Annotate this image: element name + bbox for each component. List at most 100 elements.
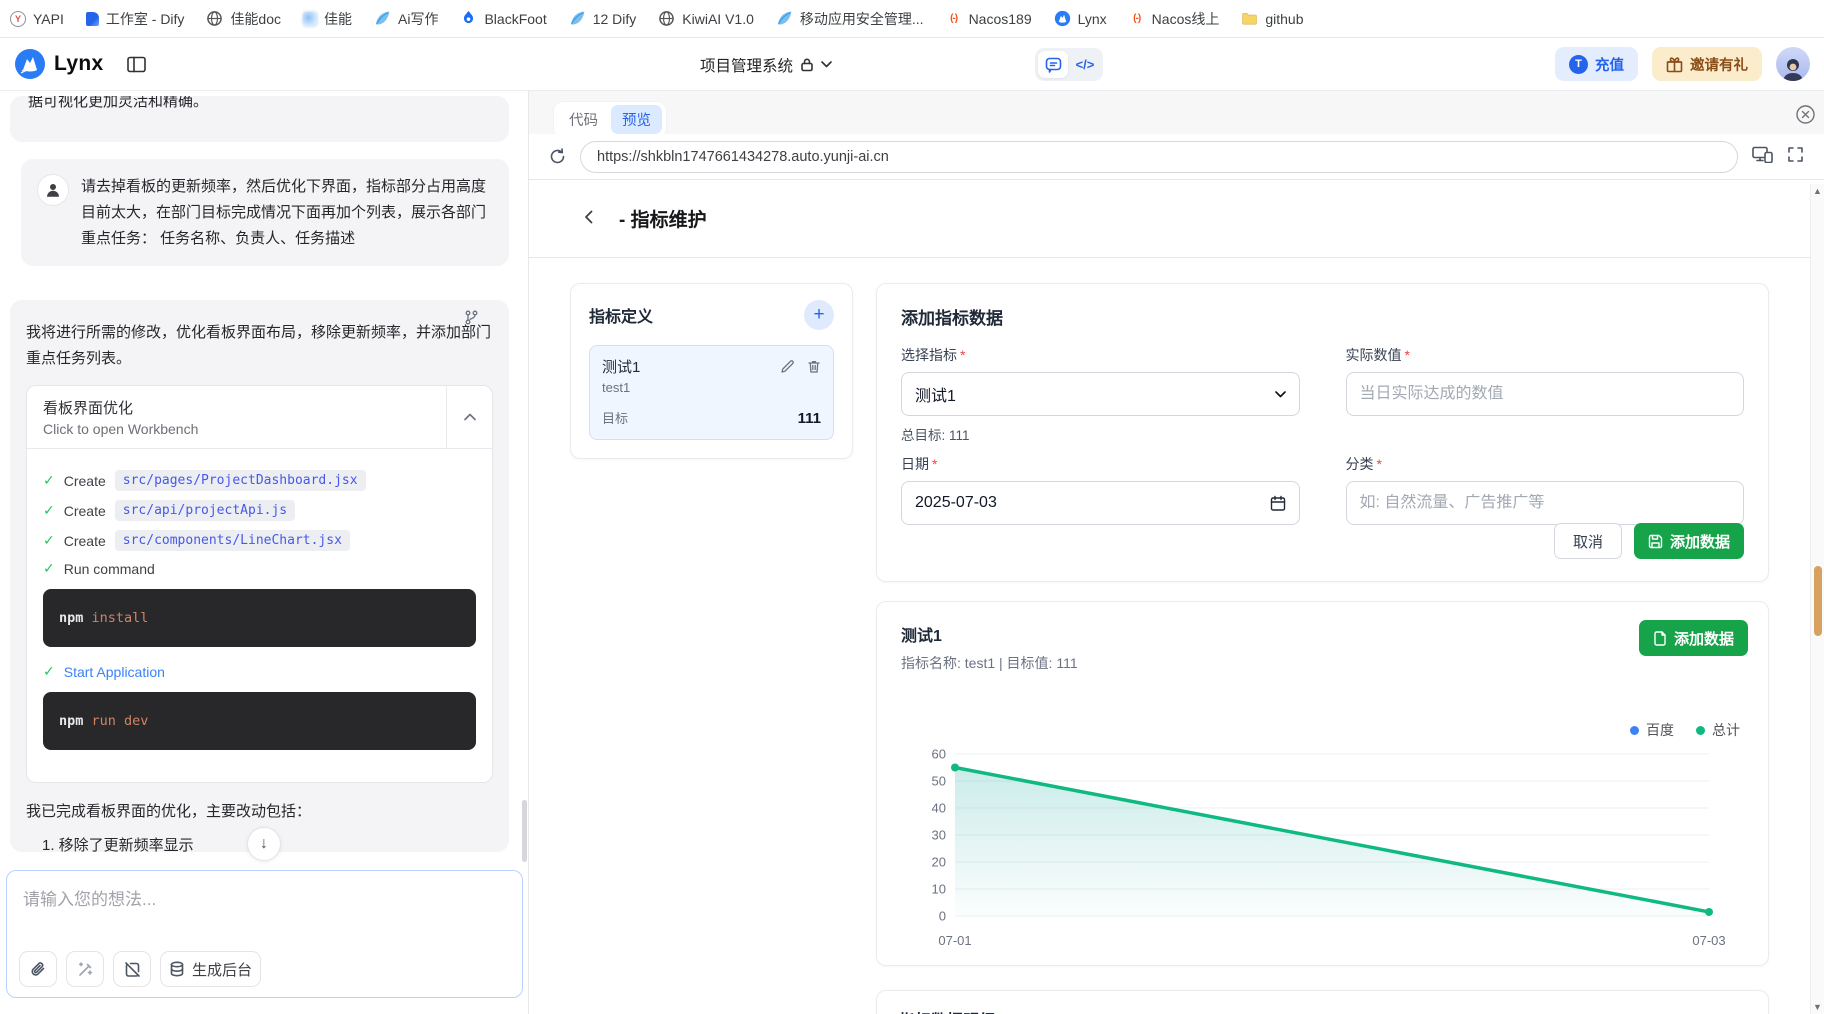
legend-label: 总计 <box>1712 722 1740 738</box>
generate-backend-button[interactable]: 生成后台 <box>160 951 262 987</box>
code-icon: </> <box>1075 57 1095 72</box>
check-icon: ✓ <box>43 663 55 679</box>
category-input[interactable] <box>1359 494 1730 512</box>
url-field[interactable]: https://shkbln1747661434278.auto.yunji-a… <box>580 140 1738 173</box>
actual-value-input[interactable] <box>1359 385 1730 403</box>
svg-text:0: 0 <box>939 909 946 924</box>
metric-select[interactable]: 测试1 <box>901 372 1300 416</box>
svg-text:07-01: 07-01 <box>938 933 971 948</box>
workbench-step: ✓ Create src/components/LineChart.jsx <box>43 530 476 551</box>
select-metric-label: 选择指标 * <box>901 347 966 363</box>
workbench-subtitle: Click to open Workbench <box>43 421 199 437</box>
tab-code[interactable]: 代码 <box>558 105 609 134</box>
legend-dot-icon <box>1696 725 1705 735</box>
preview-scrollbar-thumb[interactable] <box>1814 566 1822 636</box>
chart-title: 测试1 <box>901 628 942 645</box>
recharge-button[interactable]: T 充值 <box>1555 47 1638 81</box>
view-mode-pill: </> <box>1035 48 1103 81</box>
svg-text:50: 50 <box>932 774 946 789</box>
invite-button[interactable]: 邀请有礼 <box>1652 47 1762 81</box>
metric-item[interactable]: 测试1 test1 目标 111 <box>589 345 834 440</box>
workbench-card: 看板界面优化 Click to open Workbench ✓ Create sr… <box>26 385 493 783</box>
bookmark-label: YAPI <box>33 10 64 27</box>
bookmark-item[interactable]: 佳能 <box>303 9 352 29</box>
chart-legend: 百度 总计 <box>1630 720 1740 740</box>
bookmark-item[interactable]: github <box>1241 10 1304 27</box>
scroll-to-bottom-button[interactable]: ↓ <box>247 827 281 861</box>
bookmark-item[interactable]: (-) Nacos189 <box>946 11 1032 27</box>
metric-target-value: 111 <box>797 410 821 427</box>
fork-branch-icon[interactable] <box>464 310 479 330</box>
scroll-up-arrow[interactable]: ▲ <box>1811 186 1824 196</box>
close-preview-button[interactable] <box>1795 104 1816 130</box>
bookmark-item[interactable]: 12 Dify <box>569 10 636 27</box>
bookmark-item[interactable]: Ai写作 <box>374 9 438 29</box>
workbench-open-area[interactable]: 看板界面优化 Click to open Workbench <box>27 386 446 448</box>
preview-scrollbar[interactable]: ▲ ▼ <box>1810 184 1824 1014</box>
workbench-step: ✓ Create src/pages/ProjectDashboard.jsx <box>43 470 476 491</box>
back-button[interactable] <box>581 208 597 226</box>
scroll-down-arrow[interactable]: ▼ <box>1811 1002 1824 1012</box>
bookmark-item[interactable]: BlackFoot <box>460 10 547 27</box>
globe-favicon-icon <box>659 11 675 26</box>
page-header: - 指标维护 <box>529 180 1824 258</box>
invite-label: 邀请有礼 <box>1690 57 1748 74</box>
workbench-collapse-button[interactable] <box>446 386 492 448</box>
metric-detail-card: 指标数据明细 <box>876 990 1769 1014</box>
attach-button[interactable] <box>19 951 57 987</box>
cancel-button[interactable]: 取消 <box>1553 523 1622 559</box>
line-chart: 0 10 20 30 40 50 60 07-01 07-03 <box>932 747 1726 949</box>
disable-draw-button[interactable] <box>113 951 151 987</box>
clipped-assistant-message: 据可视化更加灵活和精确。 <box>10 96 509 142</box>
submit-add-data-button[interactable]: 添加数据 <box>1633 523 1744 559</box>
legend-item[interactable]: 总计 <box>1696 720 1740 740</box>
add-metric-data-card: 添加指标数据 选择指标 * 测试1 总目标: 111 实际数值 * 当日实际达成… <box>876 283 1769 582</box>
bookmark-item[interactable]: KiwiAI V1.0 <box>658 10 754 27</box>
bookmark-label: 移动应用安全管理... <box>799 10 924 27</box>
metric-chart-card: 测试1 指标名称: test1 | 目标值: 111 添加数据 百度 总计 0 10… <box>876 601 1769 966</box>
bookmark-label: Ai写作 <box>398 10 439 27</box>
chart-add-label: 添加数据 <box>1673 630 1734 648</box>
feather-favicon-icon <box>777 11 792 25</box>
workbench-step[interactable]: ✓ Start Application <box>43 663 476 680</box>
chat-icon <box>1045 57 1061 73</box>
refresh-button[interactable] <box>549 148 566 165</box>
nacos-favicon-icon: (-) <box>1133 13 1141 24</box>
delete-metric-button[interactable] <box>807 359 821 374</box>
preview-page: - 指标维护 指标定义 + 测试1 test1 目标 111 添加指标数据 选择… <box>529 180 1824 1014</box>
dify-favicon-icon <box>85 11 99 26</box>
chart-add-data-button[interactable]: 添加数据 <box>1638 620 1748 656</box>
user-avatar[interactable] <box>1776 47 1810 81</box>
bookmark-item[interactable]: 工作室 - Dify <box>85 9 184 29</box>
workbench-header: 看板界面优化 Click to open Workbench <box>27 386 492 449</box>
chat-scrollbar-thumb[interactable] <box>522 800 527 862</box>
date-input[interactable]: 2025-07-03 <box>901 481 1300 525</box>
chat-mode-button[interactable] <box>1038 51 1068 78</box>
person-icon <box>47 184 59 197</box>
calendar-icon[interactable] <box>1270 495 1286 512</box>
project-switcher[interactable]: 项目管理系统 <box>700 38 832 91</box>
responsive-toggle-button[interactable] <box>1752 146 1773 168</box>
bookmark-item[interactable]: Lynx <box>1054 10 1107 27</box>
bookmark-item[interactable]: Y YAPI <box>10 10 64 27</box>
preview-tab-group: 代码 预览 <box>554 102 666 137</box>
actual-value-label: 实际数值 * <box>1345 347 1410 363</box>
bookmark-item[interactable]: 佳能doc <box>206 9 281 29</box>
check-icon: ✓ <box>43 532 55 548</box>
generate-backend-label: 生成后台 <box>192 961 253 979</box>
sidebar-toggle-icon[interactable] <box>127 56 147 73</box>
fullscreen-button[interactable] <box>1787 146 1804 168</box>
bookmark-item[interactable]: 移动应用安全管理... <box>776 9 924 29</box>
edit-metric-button[interactable] <box>780 359 795 374</box>
code-mode-button[interactable]: </> <box>1070 51 1100 78</box>
legend-item[interactable]: 百度 <box>1630 720 1674 740</box>
add-metric-button[interactable]: + <box>804 300 834 330</box>
select-chevron-icon <box>1274 387 1286 401</box>
tab-preview[interactable]: 预览 <box>611 105 662 134</box>
bookmark-label: 佳能 <box>324 10 353 27</box>
preview-pane: 代码 预览 https://shkbln1747661434278.auto.y… <box>529 91 1824 1014</box>
enhance-button[interactable] <box>66 951 104 987</box>
input-toolbar: 生成后台 <box>19 951 262 987</box>
bookmark-item[interactable]: (-) Nacos线上 <box>1129 9 1219 29</box>
chat-input-field[interactable] <box>7 871 522 933</box>
